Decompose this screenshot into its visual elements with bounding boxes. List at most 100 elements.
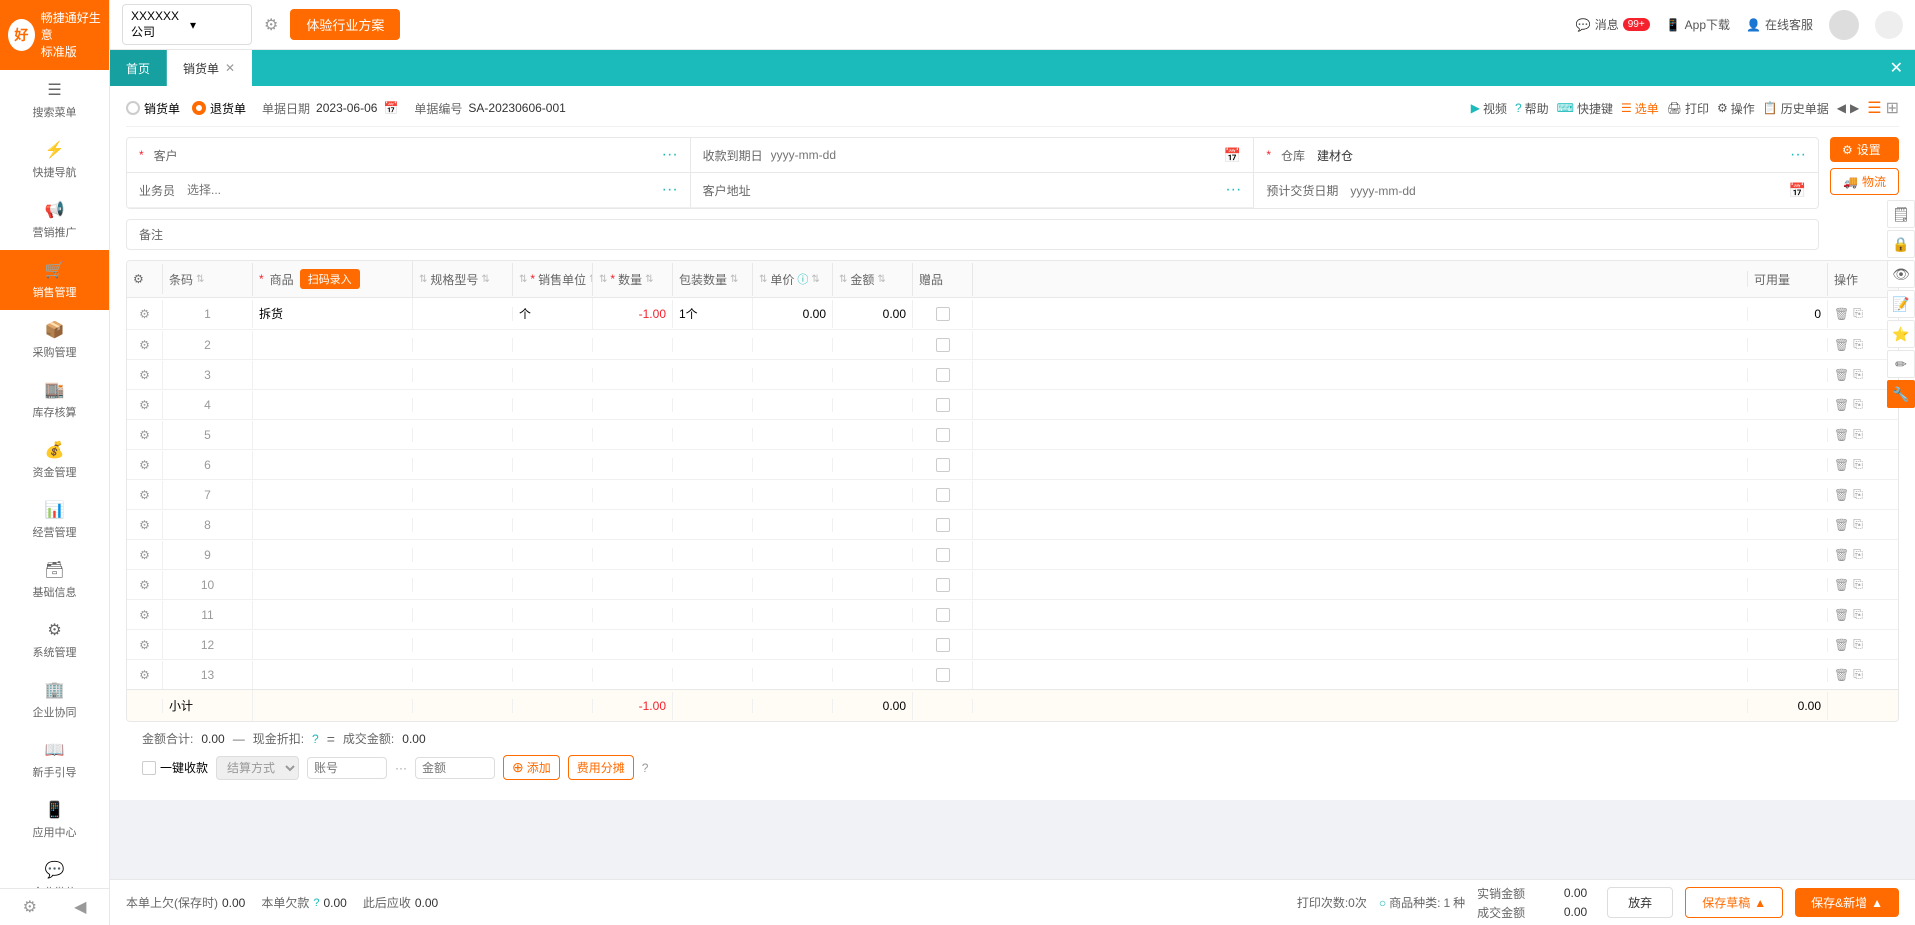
row-delete-icon-11[interactable]: 🗑 (1834, 638, 1849, 652)
row-spec-12[interactable] (413, 668, 513, 682)
row-gift-7[interactable] (913, 511, 973, 539)
sidebar-item-销售管理[interactable]: 🛒 销售管理 (0, 250, 109, 310)
row-pkg-12[interactable] (673, 668, 753, 682)
row-delete-icon-6[interactable]: 🗑 (1834, 488, 1849, 502)
row-amount-2[interactable] (833, 368, 913, 382)
discard-button[interactable]: 放弃 (1607, 887, 1673, 918)
row-amount-3[interactable] (833, 398, 913, 412)
row-gear-0[interactable]: ⚙ (127, 300, 163, 328)
address-dots-icon[interactable]: ··· (1225, 181, 1241, 199)
gift-checkbox-7[interactable] (936, 518, 950, 532)
row-unit-2[interactable] (513, 368, 593, 382)
row-goods-10[interactable] (253, 608, 413, 622)
row-qty-1[interactable] (593, 338, 673, 352)
video-btn[interactable]: ▶视频 (1471, 100, 1507, 117)
gift-checkbox-1[interactable] (936, 338, 950, 352)
row-delete-icon-2[interactable]: 🗑 (1834, 368, 1849, 382)
row-spec-6[interactable] (413, 488, 513, 502)
row-gift-0[interactable] (913, 300, 973, 328)
amount-payment-input[interactable] (415, 757, 495, 779)
row-note-9[interactable] (973, 578, 1748, 592)
row-price-8[interactable] (753, 548, 833, 562)
row-copy-icon-4[interactable]: ⎘ (1853, 427, 1863, 442)
row-qty-7[interactable] (593, 518, 673, 532)
customer-address-input[interactable] (763, 183, 1218, 197)
row-delete-icon-1[interactable]: 🗑 (1834, 338, 1849, 352)
th-settings[interactable]: ⚙ (127, 264, 163, 294)
row-copy-icon-3[interactable]: ⎘ (1853, 397, 1863, 412)
row-price-12[interactable] (753, 668, 833, 682)
row-price-9[interactable] (753, 578, 833, 592)
row-gear-12[interactable]: ⚙ (127, 661, 163, 689)
row-delete-icon-12[interactable]: 🗑 (1834, 668, 1849, 682)
scan-button[interactable]: 扫码录入 (300, 269, 360, 289)
sidebar-item-采购管理[interactable]: 📦 采购管理 (0, 310, 109, 370)
gift-checkbox-9[interactable] (936, 578, 950, 592)
row-unit-5[interactable] (513, 458, 593, 472)
sidebar-item-营销推广[interactable]: 📢 营销推广 (0, 190, 109, 250)
sidebar-item-新手引导[interactable]: 📖 新手引导 (0, 730, 109, 790)
row-amount-5[interactable] (833, 458, 913, 472)
row-unit-12[interactable] (513, 668, 593, 682)
delivery-date-calendar-icon[interactable]: 📅 (1789, 182, 1806, 199)
row-spec-3[interactable] (413, 398, 513, 412)
row-unit-6[interactable] (513, 488, 593, 502)
product-count-icon[interactable]: ○ (1379, 896, 1386, 910)
row-gear-10[interactable]: ⚙ (127, 601, 163, 629)
row-pkg-2[interactable] (673, 368, 753, 382)
row-price-11[interactable] (753, 638, 833, 652)
row-goods-8[interactable] (253, 548, 413, 562)
sidebar-item-应用中心[interactable]: 📱 应用中心 (0, 790, 109, 850)
row-goods-1[interactable] (253, 338, 413, 352)
price-info-icon[interactable]: ⓘ (797, 271, 808, 287)
row-copy-icon-2[interactable]: ⎘ (1853, 367, 1863, 382)
tab-close-icon[interactable]: ✕ (225, 61, 235, 75)
sidebar-item-基础信息[interactable]: 🗃 基础信息 (0, 550, 109, 610)
row-amount-12[interactable] (833, 668, 913, 682)
row-amount-4[interactable] (833, 428, 913, 442)
save-new-button[interactable]: 保存&新增 ▲ (1795, 888, 1899, 917)
row-amount-11[interactable] (833, 638, 913, 652)
one-click-payment-cb[interactable] (142, 761, 156, 775)
row-price-7[interactable] (753, 518, 833, 532)
row-note-12[interactable] (973, 668, 1748, 682)
row-unit-9[interactable] (513, 578, 593, 592)
company-selector[interactable]: XXXXXX公司 ▾ (122, 4, 252, 45)
row-qty-9[interactable] (593, 578, 673, 592)
row-delete-icon-5[interactable]: 🗑 (1834, 458, 1849, 472)
row-unit-8[interactable] (513, 548, 593, 562)
warehouse-dots-icon[interactable]: ··· (1790, 146, 1806, 164)
sidebar-item-企业微信[interactable]: 💬 企业微信 (0, 850, 109, 888)
row-note-3[interactable] (973, 398, 1748, 412)
sidebar-item-库存核算[interactable]: 🏬 库存核算 (0, 370, 109, 430)
logistics-button[interactable]: 🚚 物流 (1830, 168, 1899, 195)
delivery-date-input[interactable] (1350, 184, 1780, 198)
shortcut-btn[interactable]: ⌨快捷键 (1557, 100, 1613, 117)
row-delete-icon-10[interactable]: 🗑 (1834, 608, 1849, 622)
collapse-icon[interactable]: ◀ (74, 897, 86, 917)
row-gift-2[interactable] (913, 361, 973, 389)
row-goods-9[interactable] (253, 578, 413, 592)
salesperson-dots-icon[interactable]: ··· (662, 181, 678, 199)
history-btn[interactable]: 📋历史单据 (1763, 100, 1829, 117)
row-note-1[interactable] (973, 338, 1748, 352)
row-unit-3[interactable] (513, 398, 593, 412)
row-goods-3[interactable] (253, 398, 413, 412)
row-pkg-0[interactable]: 1个 (673, 298, 753, 329)
prev-record-icon[interactable]: ◀ (1837, 101, 1846, 115)
sidebar-item-快捷导航[interactable]: ⚡ 快捷导航 (0, 130, 109, 190)
row-gift-11[interactable] (913, 631, 973, 659)
grid-view-icon[interactable]: ⊞ (1886, 98, 1899, 118)
row-qty-4[interactable] (593, 428, 673, 442)
tab-close-all-icon[interactable]: ✕ (1890, 58, 1903, 78)
row-unit-4[interactable] (513, 428, 593, 442)
row-gear-3[interactable]: ⚙ (127, 391, 163, 419)
row-amount-6[interactable] (833, 488, 913, 502)
row-copy-icon-1[interactable]: ⎘ (1853, 337, 1863, 352)
row-qty-10[interactable] (593, 608, 673, 622)
row-pkg-9[interactable] (673, 578, 753, 592)
gift-checkbox-2[interactable] (936, 368, 950, 382)
row-gear-6[interactable]: ⚙ (127, 481, 163, 509)
sidebar-item-搜索菜单[interactable]: ☰ 搜索菜单 (0, 70, 109, 130)
gift-checkbox-4[interactable] (936, 428, 950, 442)
